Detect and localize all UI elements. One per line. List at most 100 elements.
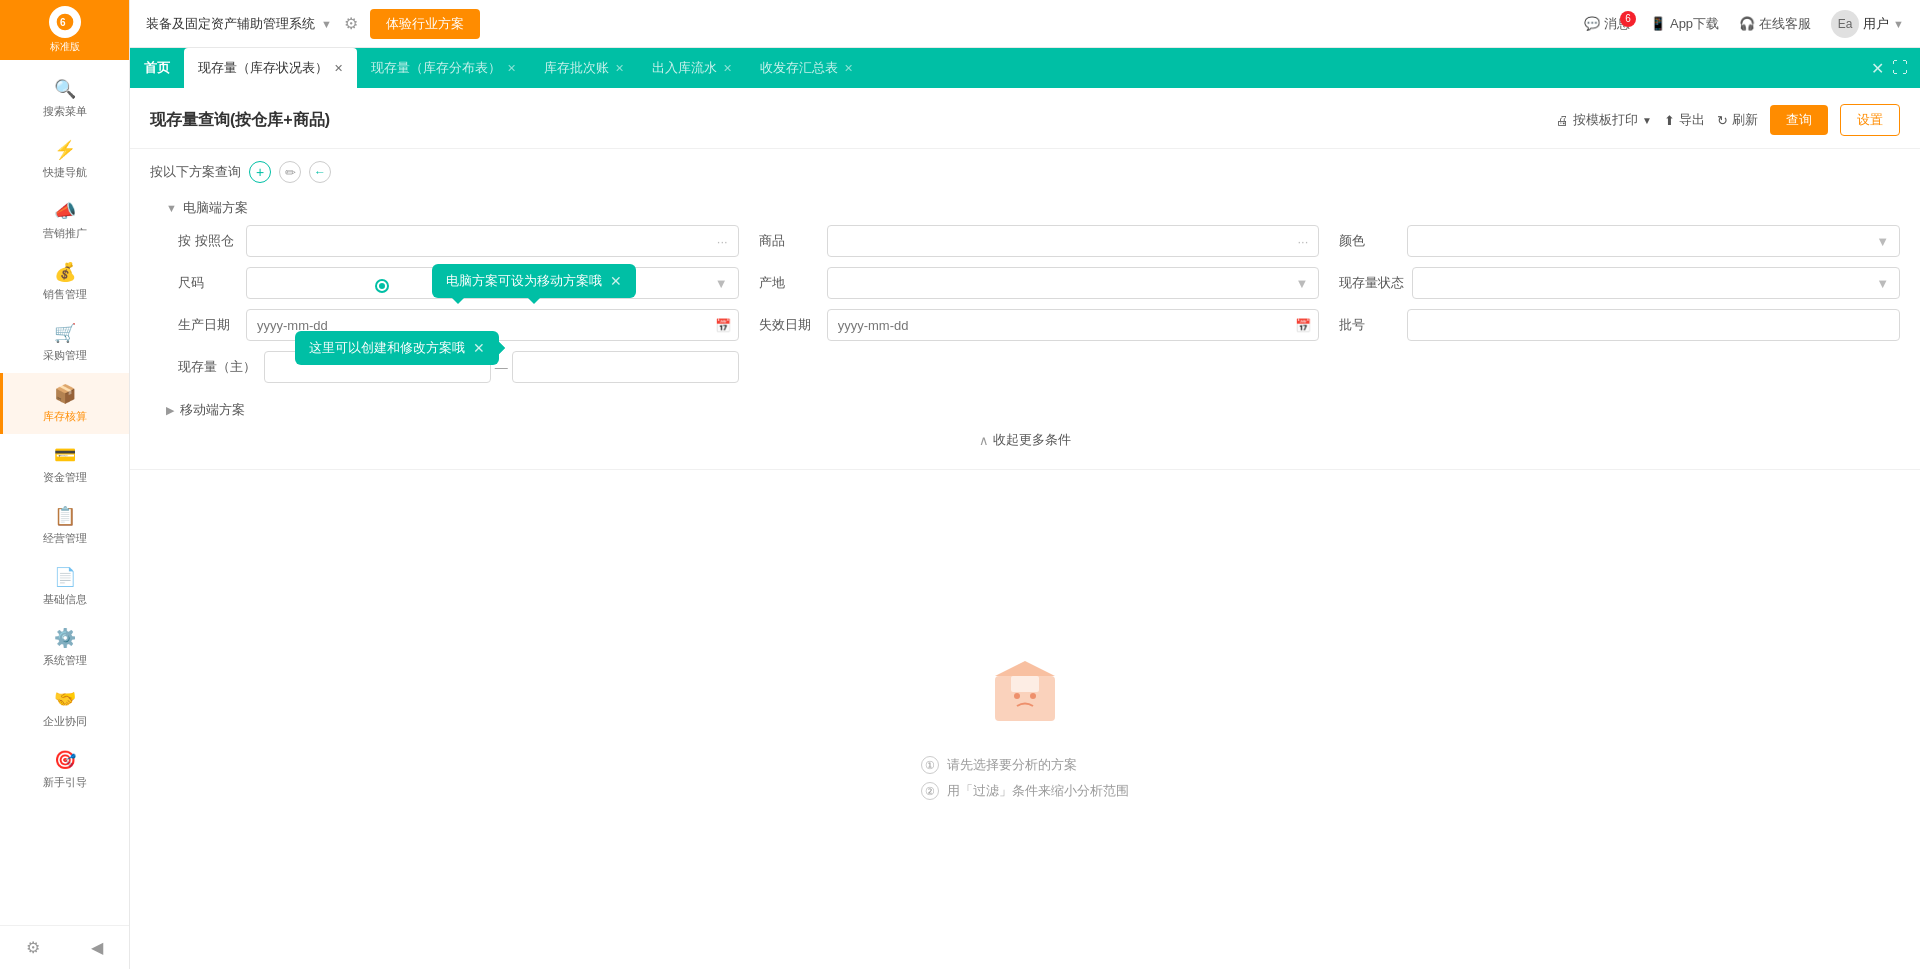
- filter-collapse-button[interactable]: ←: [309, 161, 331, 183]
- svg-point-6: [1030, 693, 1036, 699]
- goods-select[interactable]: ···: [827, 225, 1320, 257]
- stock-status-label: 现存量状态: [1339, 274, 1404, 292]
- sidebar-item-purchase[interactable]: 🛒 采购管理: [0, 312, 129, 373]
- settings-filter-button[interactable]: 设置: [1840, 104, 1900, 136]
- page-container: 现存量查询(按仓库+商品) 🖨 按模板打印 ▼ ⬆ 导出 ↻ 刷新: [130, 88, 1920, 969]
- tab-close-inventory-batch[interactable]: ✕: [615, 62, 624, 75]
- filter-batch: 批号: [1339, 309, 1900, 341]
- create-tooltip-close[interactable]: ✕: [473, 340, 485, 356]
- trial-button[interactable]: 体验行业方案: [370, 9, 480, 39]
- prod-date-label: 生产日期: [178, 316, 238, 334]
- scheme-tooltip: 电脑方案可设为移动方案哦 ✕: [432, 264, 636, 298]
- expire-date-label: 失效日期: [759, 316, 819, 334]
- page-title: 现存量查询(按仓库+商品): [150, 110, 330, 131]
- sidebar-menu: 🔍 搜索菜单 ⚡ 快捷导航 📣 营销推广 💰 销售管理 🛒 采购管理 📦 库存核…: [0, 60, 129, 925]
- warehouse-select[interactable]: ···: [246, 225, 739, 257]
- svg-point-5: [1014, 693, 1020, 699]
- prod-date-calendar-icon[interactable]: 📅: [715, 318, 731, 333]
- expire-date-calendar-icon[interactable]: 📅: [1295, 318, 1311, 333]
- topbar-right: 💬 消息 6 📱 App下载 🎧 在线客服 Ea 用户 ▼: [1584, 10, 1904, 38]
- tab-inventory-status[interactable]: 现存量（库存状况表） ✕: [184, 48, 357, 88]
- sidebar-bottom: ⚙ ◀: [0, 925, 129, 969]
- scheme-tooltip-close[interactable]: ✕: [610, 273, 622, 289]
- filter-warehouse: 按 按照仓 ···: [178, 225, 739, 257]
- user-menu[interactable]: Ea 用户 ▼: [1831, 10, 1904, 38]
- stock-main-label: 现存量（主）: [178, 358, 256, 376]
- refresh-button[interactable]: ↻ 刷新: [1717, 111, 1758, 129]
- tab-collect-summary[interactable]: 收发存汇总表 ✕: [746, 48, 867, 88]
- tabbar: 首页 现存量（库存状况表） ✕ 现存量（库存分布表） ✕ 库存批次账 ✕ 出入库…: [130, 48, 1920, 88]
- collapse-button[interactable]: ∧ 收起更多条件: [979, 431, 1071, 449]
- tab-home[interactable]: 首页: [130, 48, 184, 88]
- tab-inventory-dist[interactable]: 现存量（库存分布表） ✕: [357, 48, 530, 88]
- sidebar-item-sales[interactable]: 💰 销售管理: [0, 251, 129, 312]
- stock-main-max[interactable]: [512, 351, 739, 383]
- filter-edit-button[interactable]: ✏: [279, 161, 301, 183]
- scheme-list: ▼ 电脑端方案 按 按照仓 ···: [150, 195, 1900, 423]
- scheme-desktop[interactable]: ▼ 电脑端方案: [158, 195, 1900, 221]
- logo-text: 标准版: [50, 40, 80, 54]
- create-tooltip-text: 这里可以创建和修改方案哦: [309, 339, 465, 357]
- tab-close-inventory-status[interactable]: ✕: [334, 62, 343, 75]
- sidebar-item-search-menu[interactable]: 🔍 搜索菜单: [0, 68, 129, 129]
- main-area: 装备及固定资产辅助管理系统 ▼ ⚙ 体验行业方案 💬 消息 6 📱 App下载 …: [130, 0, 1920, 969]
- sidebar-item-quick-nav[interactable]: ⚡ 快捷导航: [0, 129, 129, 190]
- sidebar-item-inventory[interactable]: 📦 库存核算: [0, 373, 129, 434]
- origin-select[interactable]: ▼: [827, 267, 1320, 299]
- collapse-sidebar-button[interactable]: ◀: [91, 938, 103, 957]
- warehouse-label: 按 按照仓: [178, 232, 238, 250]
- lightning-icon: ⚡: [54, 139, 76, 161]
- tab-inout-flow[interactable]: 出入库流水 ✕: [638, 48, 746, 88]
- batch-input[interactable]: [1407, 309, 1900, 341]
- scheme-desktop-content: 按 按照仓 ··· 商品: [158, 225, 1900, 393]
- fullscreen-button[interactable]: ⛶: [1892, 59, 1908, 77]
- topbar-gear-icon[interactable]: ⚙: [344, 14, 358, 33]
- empty-texts: ① 请先选择要分析的方案 ② 用「过滤」条件来缩小分析范围: [921, 752, 1129, 804]
- tab-close-collect-summary[interactable]: ✕: [844, 62, 853, 75]
- sidebar-item-enterprise[interactable]: 🤝 企业协同: [0, 678, 129, 739]
- print-button[interactable]: 🖨 按模板打印 ▼: [1556, 111, 1652, 129]
- export-icon: ⬆: [1664, 113, 1675, 128]
- refresh-icon: ↻: [1717, 113, 1728, 128]
- tab-close-inventory-dist[interactable]: ✕: [507, 62, 516, 75]
- scheme-mobile-arrow: ▶: [166, 404, 174, 417]
- expire-date-range: 📅: [827, 309, 1320, 341]
- settings-button[interactable]: ⚙: [26, 938, 40, 957]
- svg-rect-4: [1011, 676, 1039, 692]
- sidebar-item-finance[interactable]: 💳 资金管理: [0, 434, 129, 495]
- step-2-num: ②: [921, 782, 939, 800]
- query-button[interactable]: 查询: [1770, 105, 1828, 135]
- filter-title: 按以下方案查询: [150, 163, 241, 181]
- tab-close-inout-flow[interactable]: ✕: [723, 62, 732, 75]
- sidebar-item-marketing[interactable]: 📣 营销推广: [0, 190, 129, 251]
- scheme-mobile[interactable]: ▶ 移动端方案: [158, 397, 1900, 423]
- create-tooltip: 这里可以创建和修改方案哦 ✕: [295, 331, 499, 365]
- filter-add-button[interactable]: +: [249, 161, 271, 183]
- sidebar-item-system[interactable]: ⚙️ 系统管理: [0, 617, 129, 678]
- collapse-row: ∧ 收起更多条件: [150, 423, 1900, 457]
- sidebar: 6 标准版 🔍 搜索菜单 ⚡ 快捷导航 📣 营销推广 💰 销售管理 🛒 采购管理…: [0, 0, 130, 969]
- sidebar-logo[interactable]: 6 标准版: [0, 0, 129, 60]
- system-dropdown-arrow[interactable]: ▼: [321, 18, 332, 30]
- export-button[interactable]: ⬆ 导出: [1664, 111, 1705, 129]
- goods-label: 商品: [759, 232, 819, 250]
- sidebar-item-basic-info[interactable]: 📄 基础信息: [0, 556, 129, 617]
- sidebar-item-operations[interactable]: 📋 经营管理: [0, 495, 129, 556]
- close-all-tabs-button[interactable]: ✕: [1871, 59, 1884, 78]
- system-icon: ⚙️: [54, 627, 76, 649]
- expire-date-start[interactable]: [827, 309, 1320, 341]
- scheme-tooltip-text: 电脑方案可设为移动方案哦: [446, 272, 602, 290]
- tab-inventory-batch[interactable]: 库存批次账 ✕: [530, 48, 638, 88]
- support-button[interactable]: 🎧 在线客服: [1739, 15, 1811, 33]
- sidebar-item-guide[interactable]: 🎯 新手引导: [0, 739, 129, 800]
- print-arrow: ▼: [1642, 115, 1652, 126]
- color-select[interactable]: ▼: [1407, 225, 1900, 257]
- notice-button[interactable]: 💬 消息 6: [1584, 15, 1630, 33]
- color-label: 颜色: [1339, 232, 1399, 250]
- topbar-left: 装备及固定资产辅助管理系统 ▼ ⚙ 体验行业方案: [146, 9, 480, 39]
- stock-status-select[interactable]: ▼: [1412, 267, 1900, 299]
- app-download-button[interactable]: 📱 App下载: [1650, 15, 1719, 33]
- sales-icon: 💰: [54, 261, 76, 283]
- search-icon: 🔍: [54, 78, 76, 100]
- page-header: 现存量查询(按仓库+商品) 🖨 按模板打印 ▼ ⬆ 导出 ↻ 刷新: [130, 88, 1920, 149]
